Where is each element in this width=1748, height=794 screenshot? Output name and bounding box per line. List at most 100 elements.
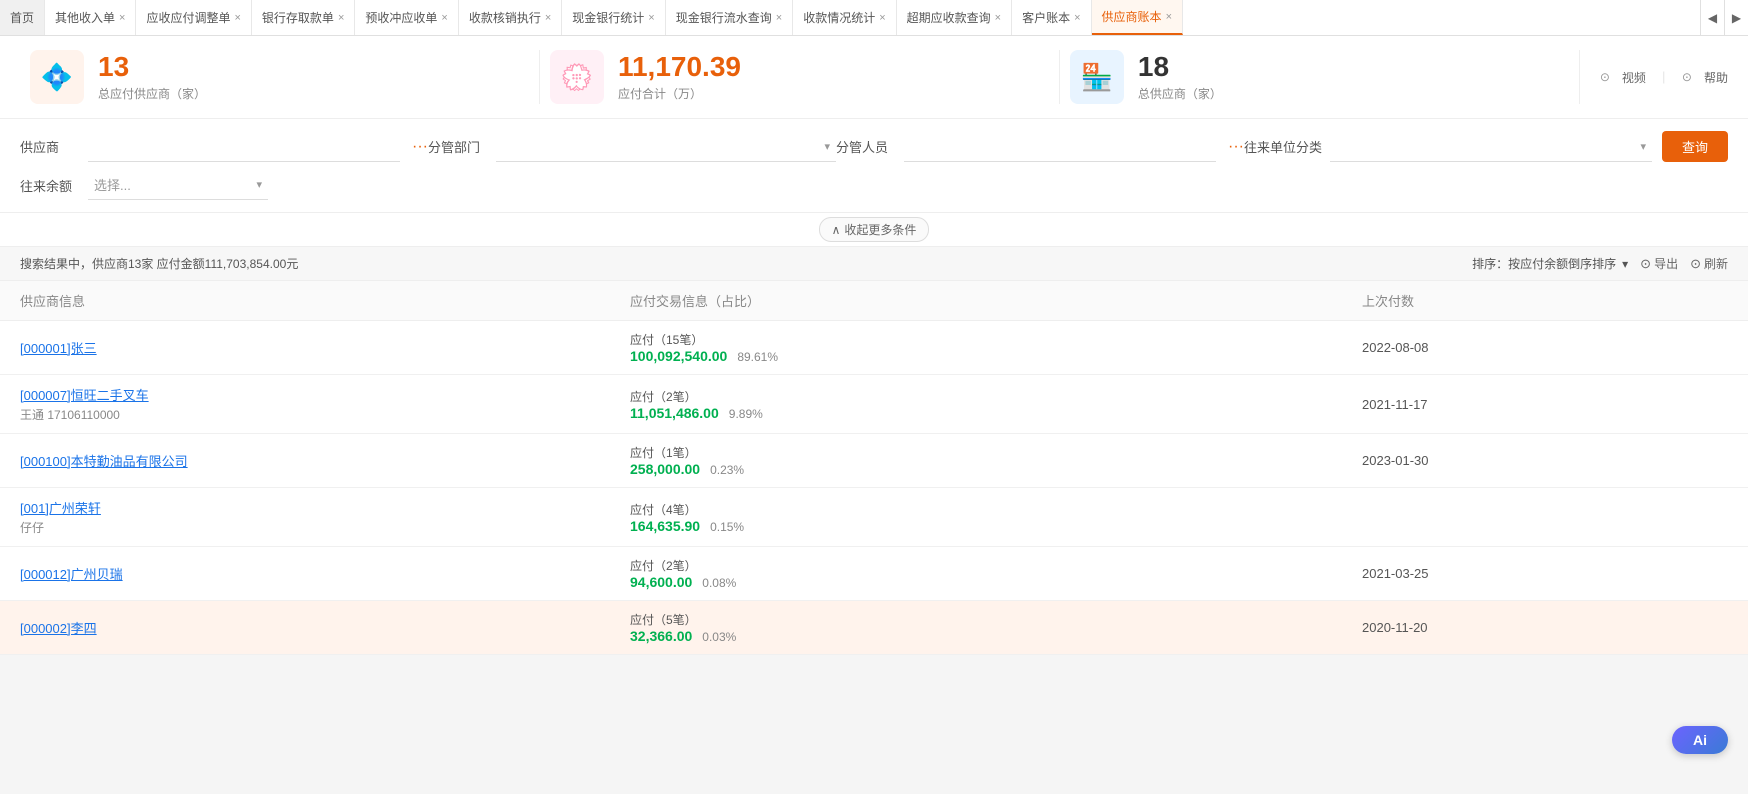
close-icon[interactable]: × <box>234 12 240 24</box>
nav-tab-overdue[interactable]: 超期应收款查询 × <box>897 0 1012 35</box>
balance-select[interactable]: 选择... ▾ <box>88 170 268 200</box>
nav-tab-home[interactable]: 首页 <box>0 0 45 35</box>
transaction-cell: 应付（4笔） 164,635.90 0.15% <box>630 498 1362 536</box>
close-icon[interactable]: × <box>648 12 654 24</box>
lastpay-date: 2020-11-20 <box>1362 620 1728 635</box>
table-row[interactable]: [000100]本特勤油品有限公司 应付（1笔） 258,000.00 0.23… <box>0 434 1748 488</box>
store-icon: 🏪 <box>1070 50 1124 104</box>
supplier-input[interactable] <box>88 132 400 162</box>
nav-prev-arrow[interactable]: ◀ <box>1700 0 1724 36</box>
lastpay-date: 2021-03-25 <box>1362 566 1728 581</box>
filter-row-1: 供应商 ··· 分管部门 ▾ 分管人员 ··· 往来单位分类 ▾ 查询 <box>20 131 1728 162</box>
query-button[interactable]: 查询 <box>1662 131 1728 162</box>
trans-label: 应付（15笔） <box>630 331 1362 348</box>
supplier-link[interactable]: [000012]广州贝瑞 <box>20 564 630 583</box>
supplier-info-cell: [000007]恒旺二手叉车 王通 17106110000 <box>20 385 630 423</box>
close-icon[interactable]: × <box>776 12 782 24</box>
dept-select[interactable]: ▾ <box>496 132 836 162</box>
close-icon[interactable]: × <box>119 12 125 24</box>
trans-amount[interactable]: 32,366.00 <box>630 628 692 644</box>
nav-tab-cash-stat[interactable]: 现金银行统计 × <box>562 0 665 35</box>
nav-tab-cash-flow[interactable]: 现金银行流水查询 × <box>666 0 793 35</box>
nav-tab-receipt-stat[interactable]: 收款情况统计 × <box>793 0 896 35</box>
transaction-cell: 应付（1笔） 258,000.00 0.23% <box>630 444 1362 477</box>
trans-amount[interactable]: 258,000.00 <box>630 461 700 477</box>
nav-tab-adjust[interactable]: 应收应付调整单 × <box>136 0 251 35</box>
export-button[interactable]: ⊙ 导出 <box>1640 255 1678 272</box>
table-row[interactable]: [000012]广州贝瑞 应付（2笔） 94,600.00 0.08% 2021… <box>0 547 1748 601</box>
filter-row-2: 往来余额 选择... ▾ <box>20 170 1728 200</box>
lastpay-cell: 2020-11-20 <box>1362 611 1728 644</box>
transaction-cell: 应付（15笔） 100,092,540.00 89.61% <box>630 331 1362 364</box>
summary-text-payable: 11,170.39 应付合计（万） <box>618 52 741 103</box>
table-row[interactable]: [000001]张三 应付（15笔） 100,092,540.00 89.61%… <box>0 321 1748 375</box>
supplier-link[interactable]: [000001]张三 <box>20 338 630 357</box>
trans-label: 应付（1笔） <box>630 444 1362 461</box>
sort-chevron-icon: ▾ <box>1622 257 1628 271</box>
nav-tab-customer-book[interactable]: 客户账本 × <box>1012 0 1091 35</box>
supplier-ellipsis[interactable]: ··· <box>412 138 428 156</box>
filter-supplier: 供应商 ··· <box>20 132 428 162</box>
nav-tab-receipt[interactable]: 收款核销执行 × <box>459 0 562 35</box>
supplier-sub: 王通 17106110000 <box>20 406 630 423</box>
person-input[interactable] <box>904 132 1216 162</box>
close-icon[interactable]: × <box>879 12 885 24</box>
table-row[interactable]: [000002]李四 应付（5笔） 32,366.00 0.03% 2020-1… <box>0 601 1748 655</box>
trans-amount[interactable]: 164,635.90 <box>630 518 700 534</box>
trans-amount[interactable]: 11,051,486.00 <box>630 405 719 421</box>
nav-tab-bank[interactable]: 银行存取款单 × <box>252 0 355 35</box>
close-icon[interactable]: × <box>545 12 551 24</box>
ai-button[interactable]: Ai <box>1672 726 1728 754</box>
supplier-link[interactable]: [000100]本特勤油品有限公司 <box>20 451 630 470</box>
trans-pct: 0.08% <box>702 576 736 590</box>
dept-chevron-icon: ▾ <box>824 140 830 153</box>
nav-tab-supplier-book[interactable]: 供应商账本 × <box>1092 0 1183 35</box>
close-icon[interactable]: × <box>1074 12 1080 24</box>
trans-amount-row: 94,600.00 0.08% <box>630 574 1362 590</box>
close-icon[interactable]: × <box>338 12 344 24</box>
collapse-button[interactable]: ∧ 收起更多条件 <box>819 217 930 242</box>
lastpay-cell <box>1362 498 1728 536</box>
category-select[interactable]: ▾ <box>1330 132 1652 162</box>
trans-amount[interactable]: 94,600.00 <box>630 574 692 590</box>
close-icon[interactable]: × <box>1166 11 1172 23</box>
supplier-link[interactable]: [000007]恒旺二手叉车 <box>20 385 630 404</box>
table-row[interactable]: [001]广州荣轩 仔仔 应付（4笔） 164,635.90 0.15% <box>0 488 1748 547</box>
lastpay-cell: 2021-03-25 <box>1362 557 1728 590</box>
person-ellipsis[interactable]: ··· <box>1228 138 1244 156</box>
supplier-link[interactable]: [000002]李四 <box>20 618 630 637</box>
help-link[interactable]: 帮助 <box>1704 69 1728 86</box>
results-actions: 排序：按应付余额倒序排序 ▾ ⊙ 导出 ⊙ 刷新 <box>1472 255 1728 272</box>
transaction-cell: 应付（2笔） 11,051,486.00 9.89% <box>630 385 1362 423</box>
filter-person: 分管人员 ··· <box>836 132 1244 162</box>
filter-category: 往来单位分类 ▾ <box>1244 132 1652 162</box>
payable-total: 11,170.39 <box>618 52 741 83</box>
export-icon: ⊙ <box>1640 256 1651 272</box>
balance-filter-label: 往来余额 <box>20 176 80 195</box>
sort-label: 排序：按应付余额倒序排序 <box>1472 255 1616 272</box>
trans-amount[interactable]: 100,092,540.00 <box>630 348 727 364</box>
close-icon[interactable]: × <box>995 12 1001 24</box>
summary-area: 💠 13 总应付供应商（家） 💮 11,170.39 应付合计（万） 🏪 18 … <box>0 36 1748 119</box>
sort-selector[interactable]: 排序：按应付余额倒序排序 ▾ <box>1472 255 1628 272</box>
dept-filter-label: 分管部门 <box>428 137 488 156</box>
video-link[interactable]: 视频 <box>1622 69 1646 86</box>
supplier-info-cell: [000001]张三 <box>20 331 630 364</box>
supplier-icon: 💠 <box>30 50 84 104</box>
supplier-link[interactable]: [001]广州荣轩 <box>20 498 630 517</box>
transaction-cell: 应付（5笔） 32,366.00 0.03% <box>630 611 1362 644</box>
header-transaction: 应付交易信息（占比） <box>630 291 1362 310</box>
trans-label: 应付（2笔） <box>630 557 1362 574</box>
table-row[interactable]: [000007]恒旺二手叉车 王通 17106110000 应付（2笔） 11,… <box>0 375 1748 434</box>
nav-tab-prepay[interactable]: 预收冲应收单 × <box>355 0 458 35</box>
close-icon[interactable]: × <box>441 12 447 24</box>
trans-pct: 0.03% <box>702 630 736 644</box>
nav-tab-other-income[interactable]: 其他收入单 × <box>45 0 136 35</box>
nav-next-arrow[interactable]: ▶ <box>1724 0 1748 36</box>
category-filter-label: 往来单位分类 <box>1244 137 1322 156</box>
refresh-button[interactable]: ⊙ 刷新 <box>1690 255 1728 272</box>
top-navigation: 首页 其他收入单 × 应收应付调整单 × 银行存取款单 × 预收冲应收单 × 收… <box>0 0 1748 36</box>
supplier-count-label: 总应付供应商（家） <box>98 85 206 102</box>
category-chevron-icon: ▾ <box>1640 140 1646 153</box>
payable-icon: 💮 <box>550 50 604 104</box>
